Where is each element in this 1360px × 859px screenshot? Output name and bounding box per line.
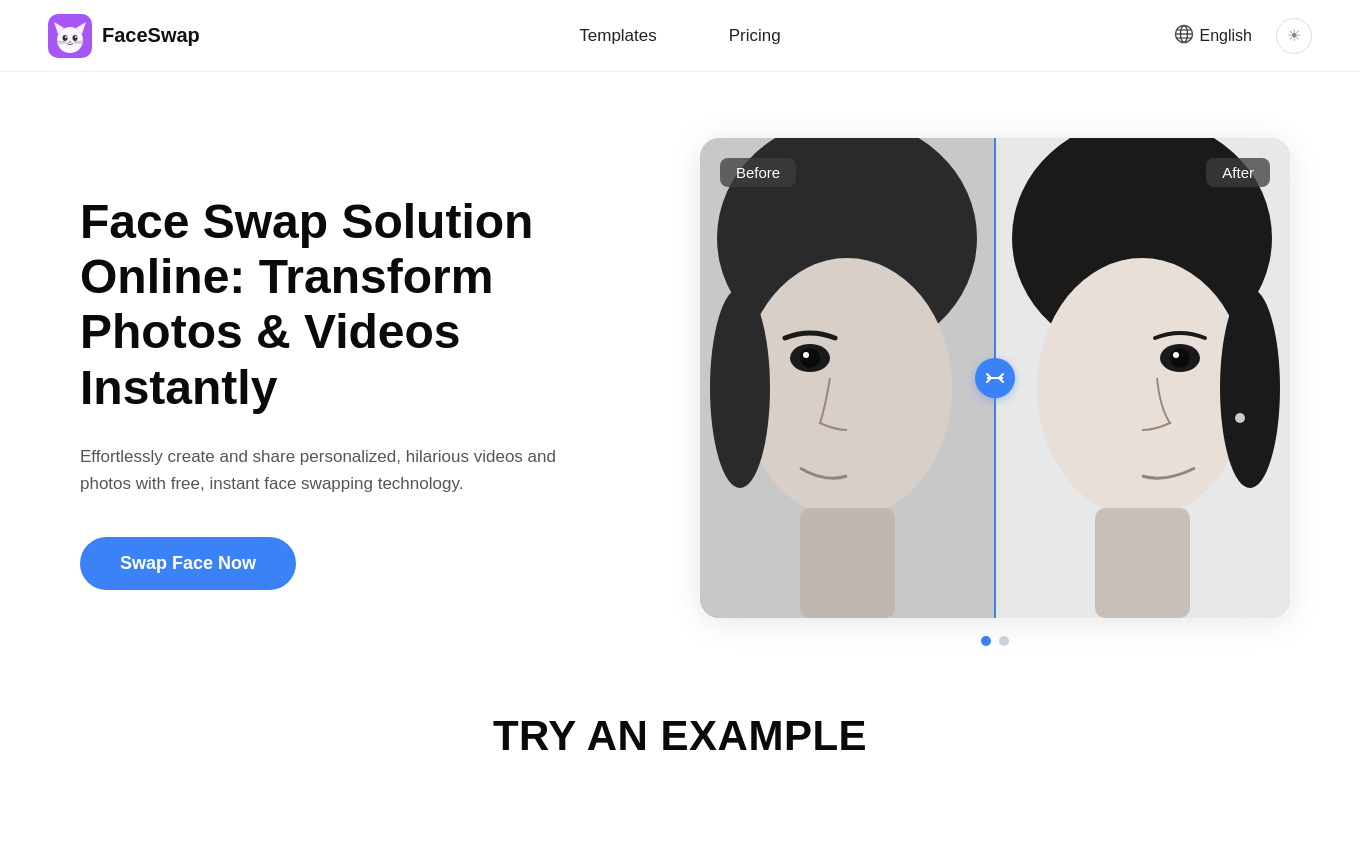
main-nav: Templates Pricing bbox=[543, 18, 816, 54]
hero-title: Face Swap Solution Online: Transform Pho… bbox=[80, 194, 640, 415]
badge-before: Before bbox=[720, 158, 796, 187]
try-example-title: TRY AN EXAMPLE bbox=[0, 712, 1360, 760]
svg-point-34 bbox=[1235, 413, 1245, 423]
svg-point-30 bbox=[1170, 348, 1190, 368]
globe-icon bbox=[1174, 24, 1194, 48]
after-panel bbox=[995, 138, 1290, 618]
swap-face-now-button[interactable]: Swap Face Now bbox=[80, 537, 296, 590]
dot-2[interactable] bbox=[999, 636, 1009, 646]
language-selector[interactable]: English bbox=[1166, 20, 1260, 52]
svg-point-31 bbox=[1173, 352, 1179, 358]
nav-pricing[interactable]: Pricing bbox=[693, 18, 817, 54]
hero-right: Before After bbox=[700, 138, 1290, 646]
badge-after: After bbox=[1206, 158, 1270, 187]
svg-point-7 bbox=[75, 36, 77, 38]
sun-icon: ☀ bbox=[1287, 26, 1301, 45]
header-right: English ☀ bbox=[1166, 18, 1312, 54]
try-section: TRY AN EXAMPLE bbox=[0, 692, 1360, 800]
slider-handle[interactable] bbox=[975, 358, 1015, 398]
svg-point-8 bbox=[69, 41, 72, 43]
svg-point-4 bbox=[63, 35, 68, 41]
svg-point-3 bbox=[57, 27, 83, 53]
before-after-slider[interactable]: Before After bbox=[700, 138, 1290, 618]
logo-text: FaceSwap bbox=[102, 24, 200, 47]
before-panel bbox=[700, 138, 995, 618]
logo[interactable]: FaceSwap bbox=[48, 14, 200, 58]
hero-description: Effortlessly create and share personaliz… bbox=[80, 443, 600, 497]
dot-1[interactable] bbox=[981, 636, 991, 646]
svg-rect-24 bbox=[800, 508, 895, 618]
logo-icon bbox=[48, 14, 92, 58]
nav-templates[interactable]: Templates bbox=[543, 18, 692, 54]
hero-left: Face Swap Solution Online: Transform Pho… bbox=[80, 194, 640, 590]
language-label: English bbox=[1200, 27, 1252, 45]
svg-point-22 bbox=[800, 348, 820, 368]
svg-point-33 bbox=[1220, 288, 1280, 488]
svg-point-20 bbox=[742, 258, 952, 518]
svg-point-28 bbox=[1037, 258, 1247, 518]
slider-dots bbox=[981, 636, 1009, 646]
svg-point-6 bbox=[65, 36, 67, 38]
svg-point-25 bbox=[710, 288, 770, 488]
svg-point-23 bbox=[803, 352, 809, 358]
svg-point-5 bbox=[73, 35, 78, 41]
hero-section: Face Swap Solution Online: Transform Pho… bbox=[0, 72, 1360, 692]
svg-rect-32 bbox=[1095, 508, 1190, 618]
theme-toggle[interactable]: ☀ bbox=[1276, 18, 1312, 54]
header: FaceSwap Templates Pricing English ☀ bbox=[0, 0, 1360, 72]
